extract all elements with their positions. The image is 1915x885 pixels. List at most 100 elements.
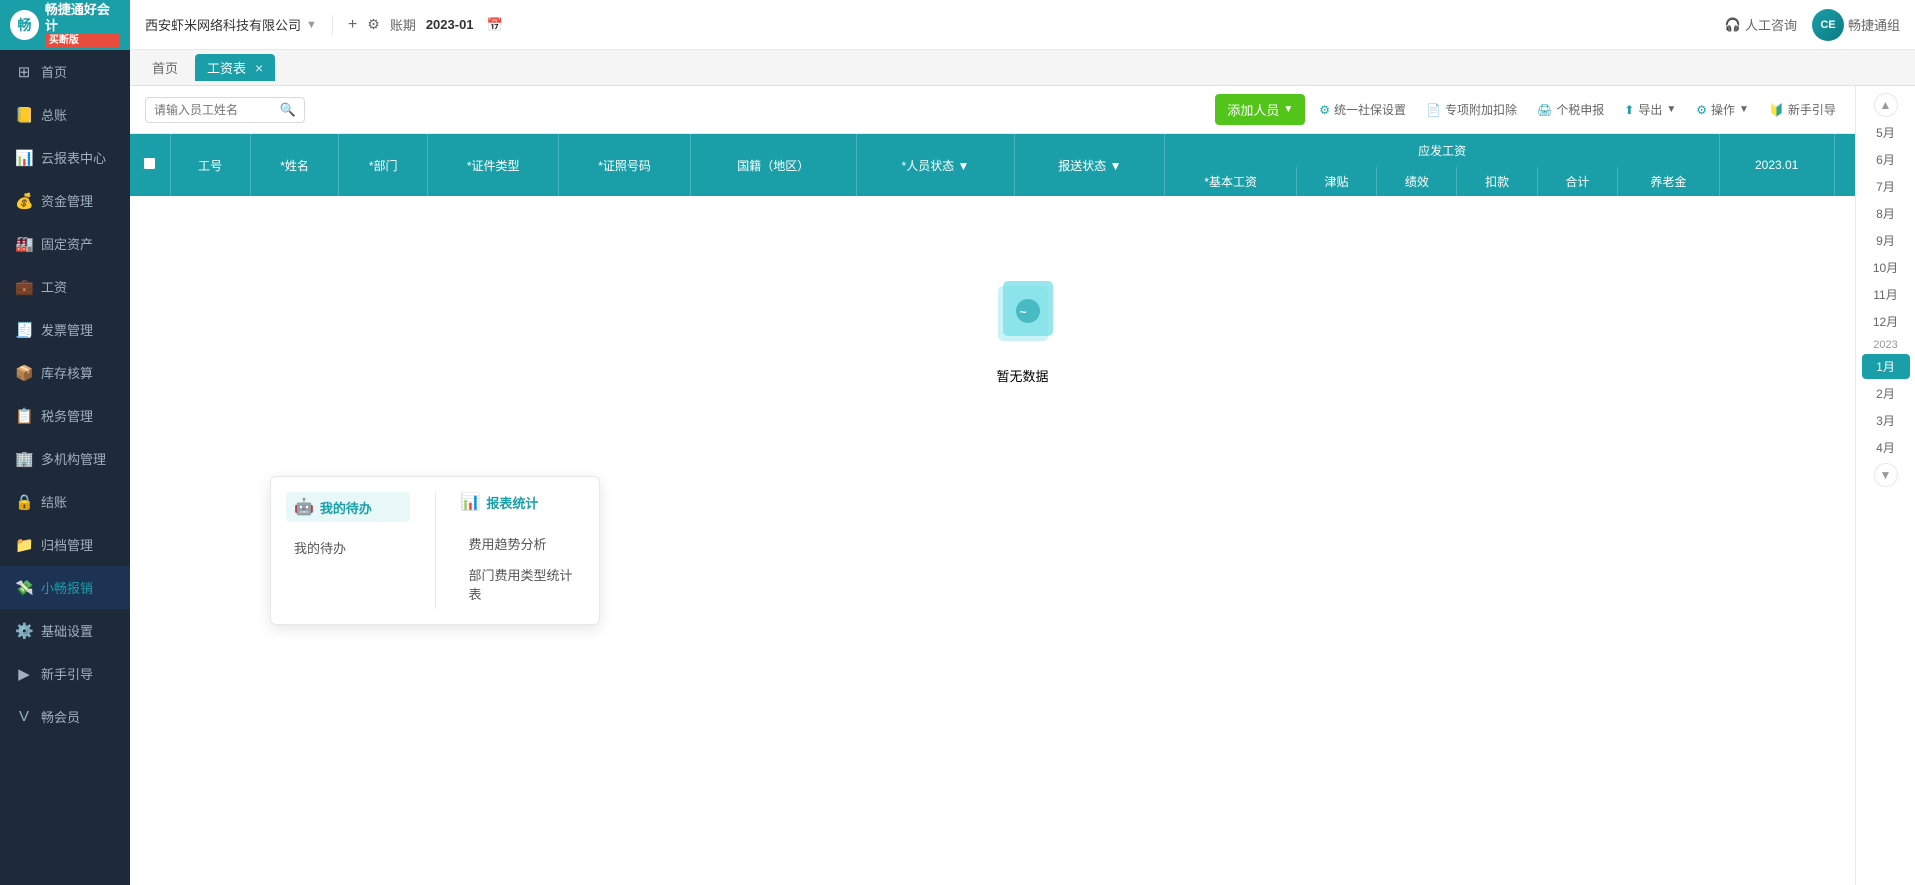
month-item-7[interactable]: 7月 bbox=[1862, 174, 1910, 199]
avatar-text: CE bbox=[1820, 19, 1835, 31]
th-status[interactable]: *人员状态 ▼ bbox=[856, 134, 1015, 196]
search-input[interactable] bbox=[154, 103, 275, 117]
month-item-5[interactable]: 5月 bbox=[1862, 120, 1910, 145]
sidebar-item-reports[interactable]: 📊 云报表中心 bbox=[0, 136, 130, 179]
select-all-checkbox[interactable] bbox=[143, 157, 156, 170]
sidebar-item-label: 新手引导 bbox=[41, 664, 93, 683]
content-area: 🔍 添加人员 ▼ ⚙ 统一社保设置 📄 专项附加扣除 🖨 个税申报 bbox=[130, 86, 1915, 885]
social-security-label: 统一社保设置 bbox=[1334, 101, 1406, 118]
search-box[interactable]: 🔍 bbox=[145, 97, 305, 123]
th-deductions: 绩效 bbox=[1377, 167, 1457, 196]
dropdown-item-todo[interactable]: 我的待办 bbox=[286, 532, 410, 563]
th-empid: 工号 bbox=[170, 134, 250, 196]
sidebar-item-tax[interactable]: 📋 税务管理 bbox=[0, 394, 130, 437]
sidebar-item-xiaochang[interactable]: 💸 小畅报销 bbox=[0, 566, 130, 609]
closing-icon: 🔒 bbox=[15, 493, 33, 511]
period-value: 2023-01 bbox=[426, 17, 474, 32]
home-icon: ⊞ bbox=[15, 63, 33, 81]
topbar-divider-1 bbox=[332, 15, 333, 35]
add-person-dropdown-icon: ▼ bbox=[1283, 104, 1293, 115]
salary-table: 工号 *姓名 *部门 *证件类型 *证照号码 国籍（地区） *人员状态 ▼ 报送… bbox=[130, 134, 1915, 196]
dropdown-col1-title: 🤖 我的待办 bbox=[286, 492, 410, 522]
th-certtype: *证件类型 bbox=[427, 134, 558, 196]
sidebar-item-closing[interactable]: 🔒 结账 bbox=[0, 480, 130, 523]
ledger-icon: 📒 bbox=[15, 106, 33, 124]
month-item-11[interactable]: 11月 bbox=[1862, 282, 1910, 307]
invoice-icon: 🧾 bbox=[15, 321, 33, 339]
th-salary-group: 应发工资 bbox=[1165, 134, 1719, 167]
period-calendar-icon[interactable]: 📅 bbox=[487, 17, 503, 33]
sidebar-item-home[interactable]: ⊞ 首页 bbox=[0, 50, 130, 93]
th-checkbox[interactable] bbox=[130, 134, 170, 196]
sidebar-item-funds[interactable]: 💰 资金管理 bbox=[0, 179, 130, 222]
special-deduct-action[interactable]: 📄 专项附加扣除 bbox=[1420, 97, 1523, 122]
sidebar-item-label: 库存核算 bbox=[41, 363, 93, 382]
sidebar-item-invoice[interactable]: 🧾 发票管理 bbox=[0, 308, 130, 351]
sidebar-item-label: 小畅报销 bbox=[41, 578, 93, 597]
avatar: CE bbox=[1812, 9, 1844, 41]
month-item-10[interactable]: 10月 bbox=[1862, 255, 1910, 280]
sidebar-item-label: 发票管理 bbox=[41, 320, 93, 339]
operations-action[interactable]: ⚙ 操作 ▼ bbox=[1690, 97, 1755, 122]
month-item-6[interactable]: 6月 bbox=[1862, 147, 1910, 172]
social-security-action[interactable]: ⚙ 统一社保设置 bbox=[1313, 97, 1412, 122]
month-item-2[interactable]: 2月 bbox=[1862, 381, 1910, 406]
tax-report-action[interactable]: 🖨 个税申报 bbox=[1531, 97, 1610, 122]
sidebar-item-ledger[interactable]: 📒 总账 bbox=[0, 93, 130, 136]
month-item-12[interactable]: 12月 bbox=[1862, 309, 1910, 334]
month-item-4[interactable]: 4月 bbox=[1862, 435, 1910, 460]
support-button[interactable]: 🎧 人工咨询 bbox=[1725, 15, 1797, 34]
add-company-button[interactable]: + bbox=[348, 16, 357, 34]
empty-icon: ~ bbox=[983, 276, 1063, 356]
company-dropdown-icon: ▼ bbox=[306, 19, 317, 31]
sidebar-item-archive[interactable]: 📁 归档管理 bbox=[0, 523, 130, 566]
th-base-salary: *基本工资 bbox=[1165, 167, 1296, 196]
tax-report-icon: 🖨 bbox=[1537, 103, 1552, 117]
tab-close-button[interactable]: × bbox=[255, 60, 263, 76]
th-name: *姓名 bbox=[250, 134, 339, 196]
salary-icon: 💼 bbox=[15, 278, 33, 296]
xiaochang-icon: 💸 bbox=[15, 579, 33, 597]
month-item-8[interactable]: 8月 bbox=[1862, 201, 1910, 226]
tax-report-label: 个税申报 bbox=[1556, 101, 1604, 118]
sidebar-item-label: 首页 bbox=[41, 62, 67, 81]
main-area: 西安虾米网络科技有限公司 ▼ + ⚙ 账期 2023-01 📅 🎧 人工咨询 C… bbox=[130, 0, 1915, 885]
month-item-3[interactable]: 3月 bbox=[1862, 408, 1910, 433]
th-period: 2023.01 bbox=[1719, 134, 1834, 196]
sidebar-item-inventory[interactable]: 📦 库存核算 bbox=[0, 351, 130, 394]
th-report-status[interactable]: 报送状态 ▼ bbox=[1015, 134, 1165, 196]
sidebar-item-label: 固定资产 bbox=[41, 234, 93, 253]
tab-home[interactable]: 首页 bbox=[140, 54, 190, 81]
sidebar-item-label: 资金管理 bbox=[41, 191, 93, 210]
month-item-1-active[interactable]: 1月 bbox=[1862, 354, 1910, 379]
xiaochang-dropdown: 🤖 我的待办 我的待办 📊 报表统计 费用趋势分析 部门费用类型统计表 bbox=[270, 476, 600, 625]
month-nav-down[interactable]: ▼ bbox=[1874, 463, 1898, 487]
sidebar-item-member[interactable]: V 畅会员 bbox=[0, 695, 130, 738]
sidebar-item-guide[interactable]: ▶ 新手引导 bbox=[0, 652, 130, 695]
sidebar-item-multiorg[interactable]: 🏢 多机构管理 bbox=[0, 437, 130, 480]
dropdown-item-expense-trend[interactable]: 费用趋势分析 bbox=[461, 528, 585, 559]
dropdown-col-1: 🤖 我的待办 我的待办 bbox=[286, 492, 410, 609]
tab-salary-table[interactable]: 工资表 × bbox=[195, 54, 275, 81]
month-item-9[interactable]: 9月 bbox=[1862, 228, 1910, 253]
topbar: 西安虾米网络科技有限公司 ▼ + ⚙ 账期 2023-01 📅 🎧 人工咨询 C… bbox=[130, 0, 1915, 50]
sidebar-item-assets[interactable]: 🏭 固定资产 bbox=[0, 222, 130, 265]
special-deduct-icon: 📄 bbox=[1426, 103, 1441, 117]
add-person-button[interactable]: 添加人员 ▼ bbox=[1215, 94, 1305, 125]
social-security-icon: ⚙ bbox=[1319, 103, 1330, 117]
guide-action[interactable]: 🔰 新手引导 bbox=[1763, 97, 1842, 122]
topbar-settings-icon[interactable]: ⚙ bbox=[367, 16, 380, 33]
empty-text: 暂无数据 bbox=[996, 366, 1048, 385]
robot-icon: 🤖 bbox=[294, 497, 314, 517]
operations-dropdown-icon: ▼ bbox=[1739, 104, 1749, 115]
export-action[interactable]: ⬆ 导出 ▼ bbox=[1618, 97, 1682, 122]
dropdown-item-dept-expense[interactable]: 部门费用类型统计表 bbox=[461, 559, 585, 609]
month-nav-up[interactable]: ▲ bbox=[1874, 93, 1898, 117]
export-icon: ⬆ bbox=[1624, 103, 1634, 117]
company-selector[interactable]: 西安虾米网络科技有限公司 ▼ bbox=[145, 15, 317, 34]
sidebar-item-settings[interactable]: ⚙️ 基础设置 bbox=[0, 609, 130, 652]
user-profile[interactable]: CE 畅捷通组 bbox=[1812, 9, 1900, 41]
tax-icon: 📋 bbox=[15, 407, 33, 425]
sidebar-item-salary[interactable]: 💼 工资 bbox=[0, 265, 130, 308]
export-label: 导出 bbox=[1638, 101, 1662, 118]
